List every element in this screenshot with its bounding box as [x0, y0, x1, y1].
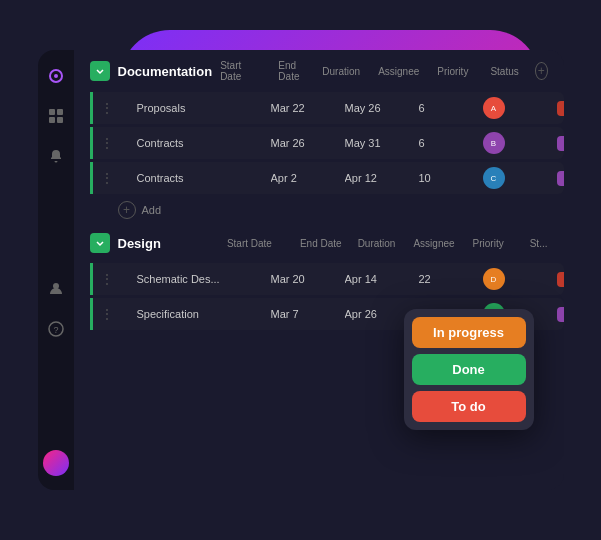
row-menu-icon[interactable]: ⋮	[101, 272, 113, 286]
row-menu-icon[interactable]: ⋮	[101, 171, 113, 185]
svg-text:?: ?	[53, 325, 58, 335]
table-row: ⋮ Schematic Des... Mar 20 Apr 14 22 D Hi…	[90, 263, 564, 295]
row-menu-icon[interactable]: ⋮	[101, 307, 113, 321]
sidebar: ?	[38, 50, 74, 490]
add-documentation-icon[interactable]: +	[535, 62, 548, 80]
collapse-design-btn[interactable]	[90, 233, 110, 253]
row-end: May 26	[345, 102, 415, 114]
assignee-avatar: B	[483, 132, 505, 154]
row-start: Mar 7	[271, 308, 341, 320]
row-assignee: C	[483, 167, 553, 189]
bell-icon[interactable]	[44, 144, 68, 168]
row-duration: 22	[419, 273, 479, 285]
design-header: Design Start Date End Date Duration Assi…	[74, 223, 564, 263]
row-name: Contracts	[137, 137, 267, 149]
row-priority: High	[557, 272, 564, 287]
status-todo-option[interactable]: To do	[412, 391, 526, 422]
help-icon[interactable]: ?	[44, 317, 68, 341]
table-row: ⋮ Proposals Mar 22 May 26 6 A High In pr…	[90, 92, 564, 124]
row-assignee: B	[483, 132, 553, 154]
logo-icon[interactable]	[44, 64, 68, 88]
table-row: ⋮ Contracts Apr 2 Apr 12 10 C Medium To …	[90, 162, 564, 194]
status-inprogress-option[interactable]: In progress	[412, 317, 526, 348]
user-icon[interactable]	[44, 277, 68, 301]
add-row-btn[interactable]: + Add	[74, 197, 564, 223]
priority-badge[interactable]: Medium	[557, 171, 564, 186]
row-priority: Medium	[557, 136, 564, 151]
row-priority: Medium	[557, 171, 564, 186]
row-priority: Medium	[557, 307, 564, 322]
add-row-icon[interactable]: +	[118, 201, 136, 219]
add-label[interactable]: Add	[142, 204, 162, 216]
row-menu-icon[interactable]: ⋮	[101, 136, 113, 150]
priority-badge[interactable]: Medium	[557, 136, 564, 151]
status-done-option[interactable]: Done	[412, 354, 526, 385]
assignee-avatar: D	[483, 268, 505, 290]
row-name: Contracts	[137, 172, 267, 184]
row-start: Mar 20	[271, 273, 341, 285]
row-assignee: D	[483, 268, 553, 290]
avatar[interactable]	[43, 450, 69, 476]
svg-rect-4	[49, 117, 55, 123]
row-end: Apr 12	[345, 172, 415, 184]
documentation-title: Documentation	[118, 64, 213, 79]
svg-point-1	[54, 74, 58, 78]
design-title: Design	[118, 236, 219, 251]
row-start: Mar 26	[271, 137, 341, 149]
row-name: Schematic Des...	[137, 273, 267, 285]
assignee-avatar: A	[483, 97, 505, 119]
main-container: ? Documentation Start Date End Date Dura…	[38, 50, 564, 490]
svg-rect-3	[57, 109, 63, 115]
grid-icon[interactable]	[44, 104, 68, 128]
row-duration: 6	[419, 102, 479, 114]
row-end: May 31	[345, 137, 415, 149]
row-duration: 10	[419, 172, 479, 184]
svg-rect-5	[57, 117, 63, 123]
row-name: Specification	[137, 308, 267, 320]
row-duration: 6	[419, 137, 479, 149]
svg-rect-2	[49, 109, 55, 115]
priority-badge[interactable]: High	[557, 101, 564, 116]
assignee-avatar: C	[483, 167, 505, 189]
priority-badge[interactable]: High	[557, 272, 564, 287]
documentation-header: Documentation Start Date End Date Durati…	[74, 50, 564, 92]
row-menu-icon[interactable]: ⋮	[101, 101, 113, 115]
priority-badge[interactable]: Medium	[557, 307, 564, 322]
row-name: Proposals	[137, 102, 267, 114]
collapse-documentation-btn[interactable]	[90, 61, 110, 81]
row-priority: High	[557, 101, 564, 116]
row-start: Mar 22	[271, 102, 341, 114]
table-row: ⋮ Contracts Mar 26 May 31 6 B Medium In …	[90, 127, 564, 159]
row-assignee: A	[483, 97, 553, 119]
documentation-section: Documentation Start Date End Date Durati…	[74, 50, 564, 223]
row-start: Apr 2	[271, 172, 341, 184]
status-dropdown: In progress Done To do	[404, 309, 534, 430]
row-end: Apr 14	[345, 273, 415, 285]
main-panel: Documentation Start Date End Date Durati…	[74, 50, 564, 490]
